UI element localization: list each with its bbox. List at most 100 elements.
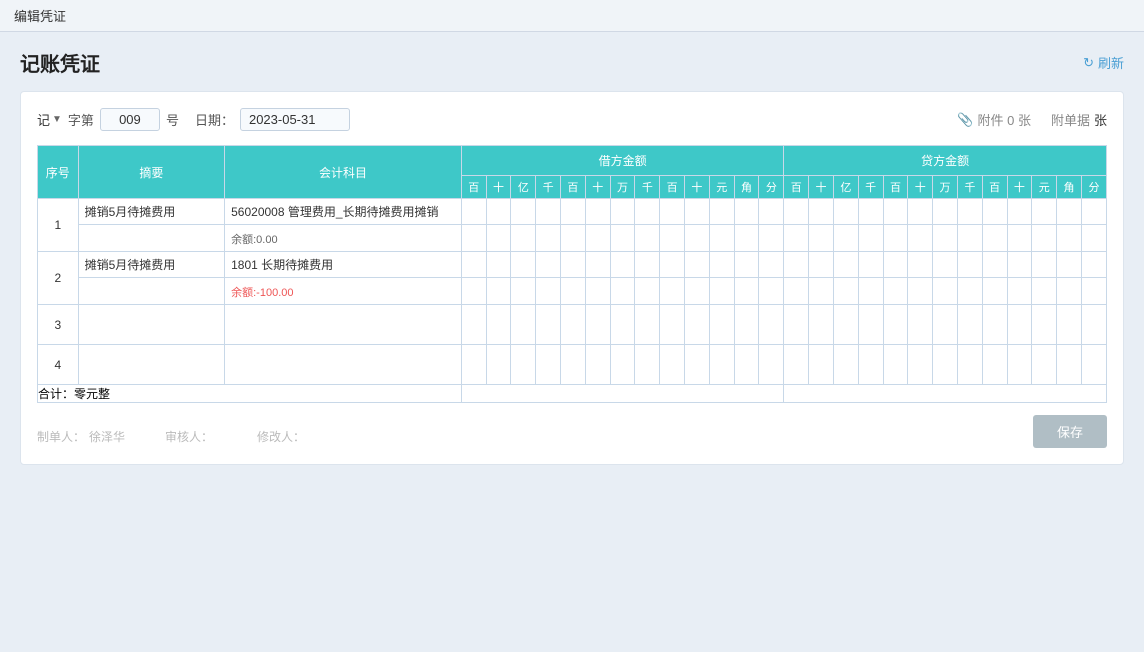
debit-amount-cell[interactable] (709, 345, 734, 385)
debit-amount-cell[interactable] (610, 252, 635, 278)
debit-amount-cell[interactable] (536, 305, 561, 345)
debit-amount-cell[interactable] (660, 252, 685, 278)
debit-amount-cell[interactable] (759, 305, 784, 345)
debit-amount-cell[interactable] (660, 305, 685, 345)
credit-amount-cell[interactable] (957, 345, 982, 385)
debit-amount-cell[interactable] (635, 305, 660, 345)
debit-amount-cell[interactable] (759, 345, 784, 385)
debit-amount-cell[interactable] (461, 199, 486, 225)
credit-amount-cell[interactable] (833, 252, 858, 278)
debit-amount-cell[interactable] (734, 199, 759, 225)
row-account[interactable]: 1801 长期待摊费用 (225, 252, 462, 278)
credit-amount-cell[interactable] (957, 252, 982, 278)
debit-amount-cell[interactable] (685, 252, 710, 278)
debit-amount-cell[interactable] (610, 305, 635, 345)
credit-amount-cell[interactable] (982, 345, 1007, 385)
credit-amount-cell[interactable] (809, 305, 834, 345)
credit-amount-cell[interactable] (908, 199, 933, 225)
credit-amount-cell[interactable] (809, 252, 834, 278)
debit-amount-cell[interactable] (660, 199, 685, 225)
credit-amount-cell[interactable] (784, 199, 809, 225)
credit-amount-cell[interactable] (933, 199, 958, 225)
credit-amount-cell[interactable] (1081, 199, 1106, 225)
debit-amount-cell[interactable] (461, 345, 486, 385)
save-button[interactable]: 保存 (1033, 415, 1107, 448)
debit-amount-cell[interactable] (635, 199, 660, 225)
debit-amount-cell[interactable] (585, 199, 610, 225)
refresh-button[interactable]: ↻ 刷新 (1083, 53, 1124, 72)
debit-amount-cell[interactable] (635, 252, 660, 278)
debit-amount-cell[interactable] (561, 252, 586, 278)
credit-amount-cell[interactable] (1081, 252, 1106, 278)
credit-amount-cell[interactable] (1032, 345, 1057, 385)
table-row[interactable]: 4 (38, 345, 1107, 385)
credit-amount-cell[interactable] (908, 305, 933, 345)
row-account[interactable] (225, 345, 462, 385)
debit-amount-cell[interactable] (709, 199, 734, 225)
row-summary[interactable]: 摊销5月待摊费用 (78, 199, 225, 225)
row-summary[interactable]: 摊销5月待摊费用 (78, 252, 225, 278)
row-summary[interactable] (78, 305, 225, 345)
credit-amount-cell[interactable] (982, 252, 1007, 278)
credit-amount-cell[interactable] (1057, 305, 1082, 345)
credit-amount-cell[interactable] (933, 252, 958, 278)
credit-amount-cell[interactable] (1081, 345, 1106, 385)
credit-amount-cell[interactable] (982, 199, 1007, 225)
credit-amount-cell[interactable] (1007, 252, 1032, 278)
debit-amount-cell[interactable] (461, 252, 486, 278)
credit-amount-cell[interactable] (1081, 305, 1106, 345)
credit-amount-cell[interactable] (809, 345, 834, 385)
date-input[interactable] (240, 108, 350, 131)
debit-amount-cell[interactable] (685, 199, 710, 225)
credit-amount-cell[interactable] (858, 345, 883, 385)
debit-amount-cell[interactable] (635, 345, 660, 385)
credit-amount-cell[interactable] (1057, 345, 1082, 385)
debit-amount-cell[interactable] (734, 345, 759, 385)
credit-amount-cell[interactable] (833, 305, 858, 345)
row-account[interactable]: 56020008 管理费用_长期待摊费用摊销 (225, 199, 462, 225)
credit-amount-cell[interactable] (908, 345, 933, 385)
debit-amount-cell[interactable] (511, 345, 536, 385)
debit-amount-cell[interactable] (486, 305, 511, 345)
credit-amount-cell[interactable] (784, 305, 809, 345)
row-account[interactable] (225, 305, 462, 345)
debit-amount-cell[interactable] (536, 345, 561, 385)
credit-amount-cell[interactable] (833, 345, 858, 385)
debit-amount-cell[interactable] (585, 305, 610, 345)
credit-amount-cell[interactable] (858, 305, 883, 345)
attachment-link[interactable]: 📎 附件 0 张 (957, 110, 1031, 129)
debit-amount-cell[interactable] (734, 305, 759, 345)
table-row[interactable]: 1摊销5月待摊费用56020008 管理费用_长期待摊费用摊销 (38, 199, 1107, 225)
credit-amount-cell[interactable] (933, 305, 958, 345)
credit-amount-cell[interactable] (957, 199, 982, 225)
debit-amount-cell[interactable] (511, 305, 536, 345)
credit-amount-cell[interactable] (883, 305, 908, 345)
debit-amount-cell[interactable] (585, 252, 610, 278)
debit-amount-cell[interactable] (734, 252, 759, 278)
debit-amount-cell[interactable] (461, 305, 486, 345)
credit-amount-cell[interactable] (784, 252, 809, 278)
debit-amount-cell[interactable] (709, 305, 734, 345)
debit-amount-cell[interactable] (759, 252, 784, 278)
credit-amount-cell[interactable] (1007, 345, 1032, 385)
credit-amount-cell[interactable] (957, 305, 982, 345)
credit-amount-cell[interactable] (1032, 305, 1057, 345)
table-row[interactable]: 2摊销5月待摊费用1801 长期待摊费用 (38, 252, 1107, 278)
voucher-type-select[interactable]: 记 ▼ (37, 110, 62, 129)
debit-amount-cell[interactable] (709, 252, 734, 278)
debit-amount-cell[interactable] (486, 252, 511, 278)
credit-amount-cell[interactable] (858, 252, 883, 278)
credit-amount-cell[interactable] (1032, 252, 1057, 278)
debit-amount-cell[interactable] (511, 199, 536, 225)
debit-amount-cell[interactable] (536, 252, 561, 278)
debit-amount-cell[interactable] (759, 199, 784, 225)
row-summary[interactable] (78, 345, 225, 385)
credit-amount-cell[interactable] (833, 199, 858, 225)
debit-amount-cell[interactable] (685, 305, 710, 345)
debit-amount-cell[interactable] (536, 199, 561, 225)
debit-amount-cell[interactable] (685, 345, 710, 385)
credit-amount-cell[interactable] (858, 199, 883, 225)
credit-amount-cell[interactable] (1057, 199, 1082, 225)
credit-amount-cell[interactable] (809, 199, 834, 225)
credit-amount-cell[interactable] (908, 252, 933, 278)
